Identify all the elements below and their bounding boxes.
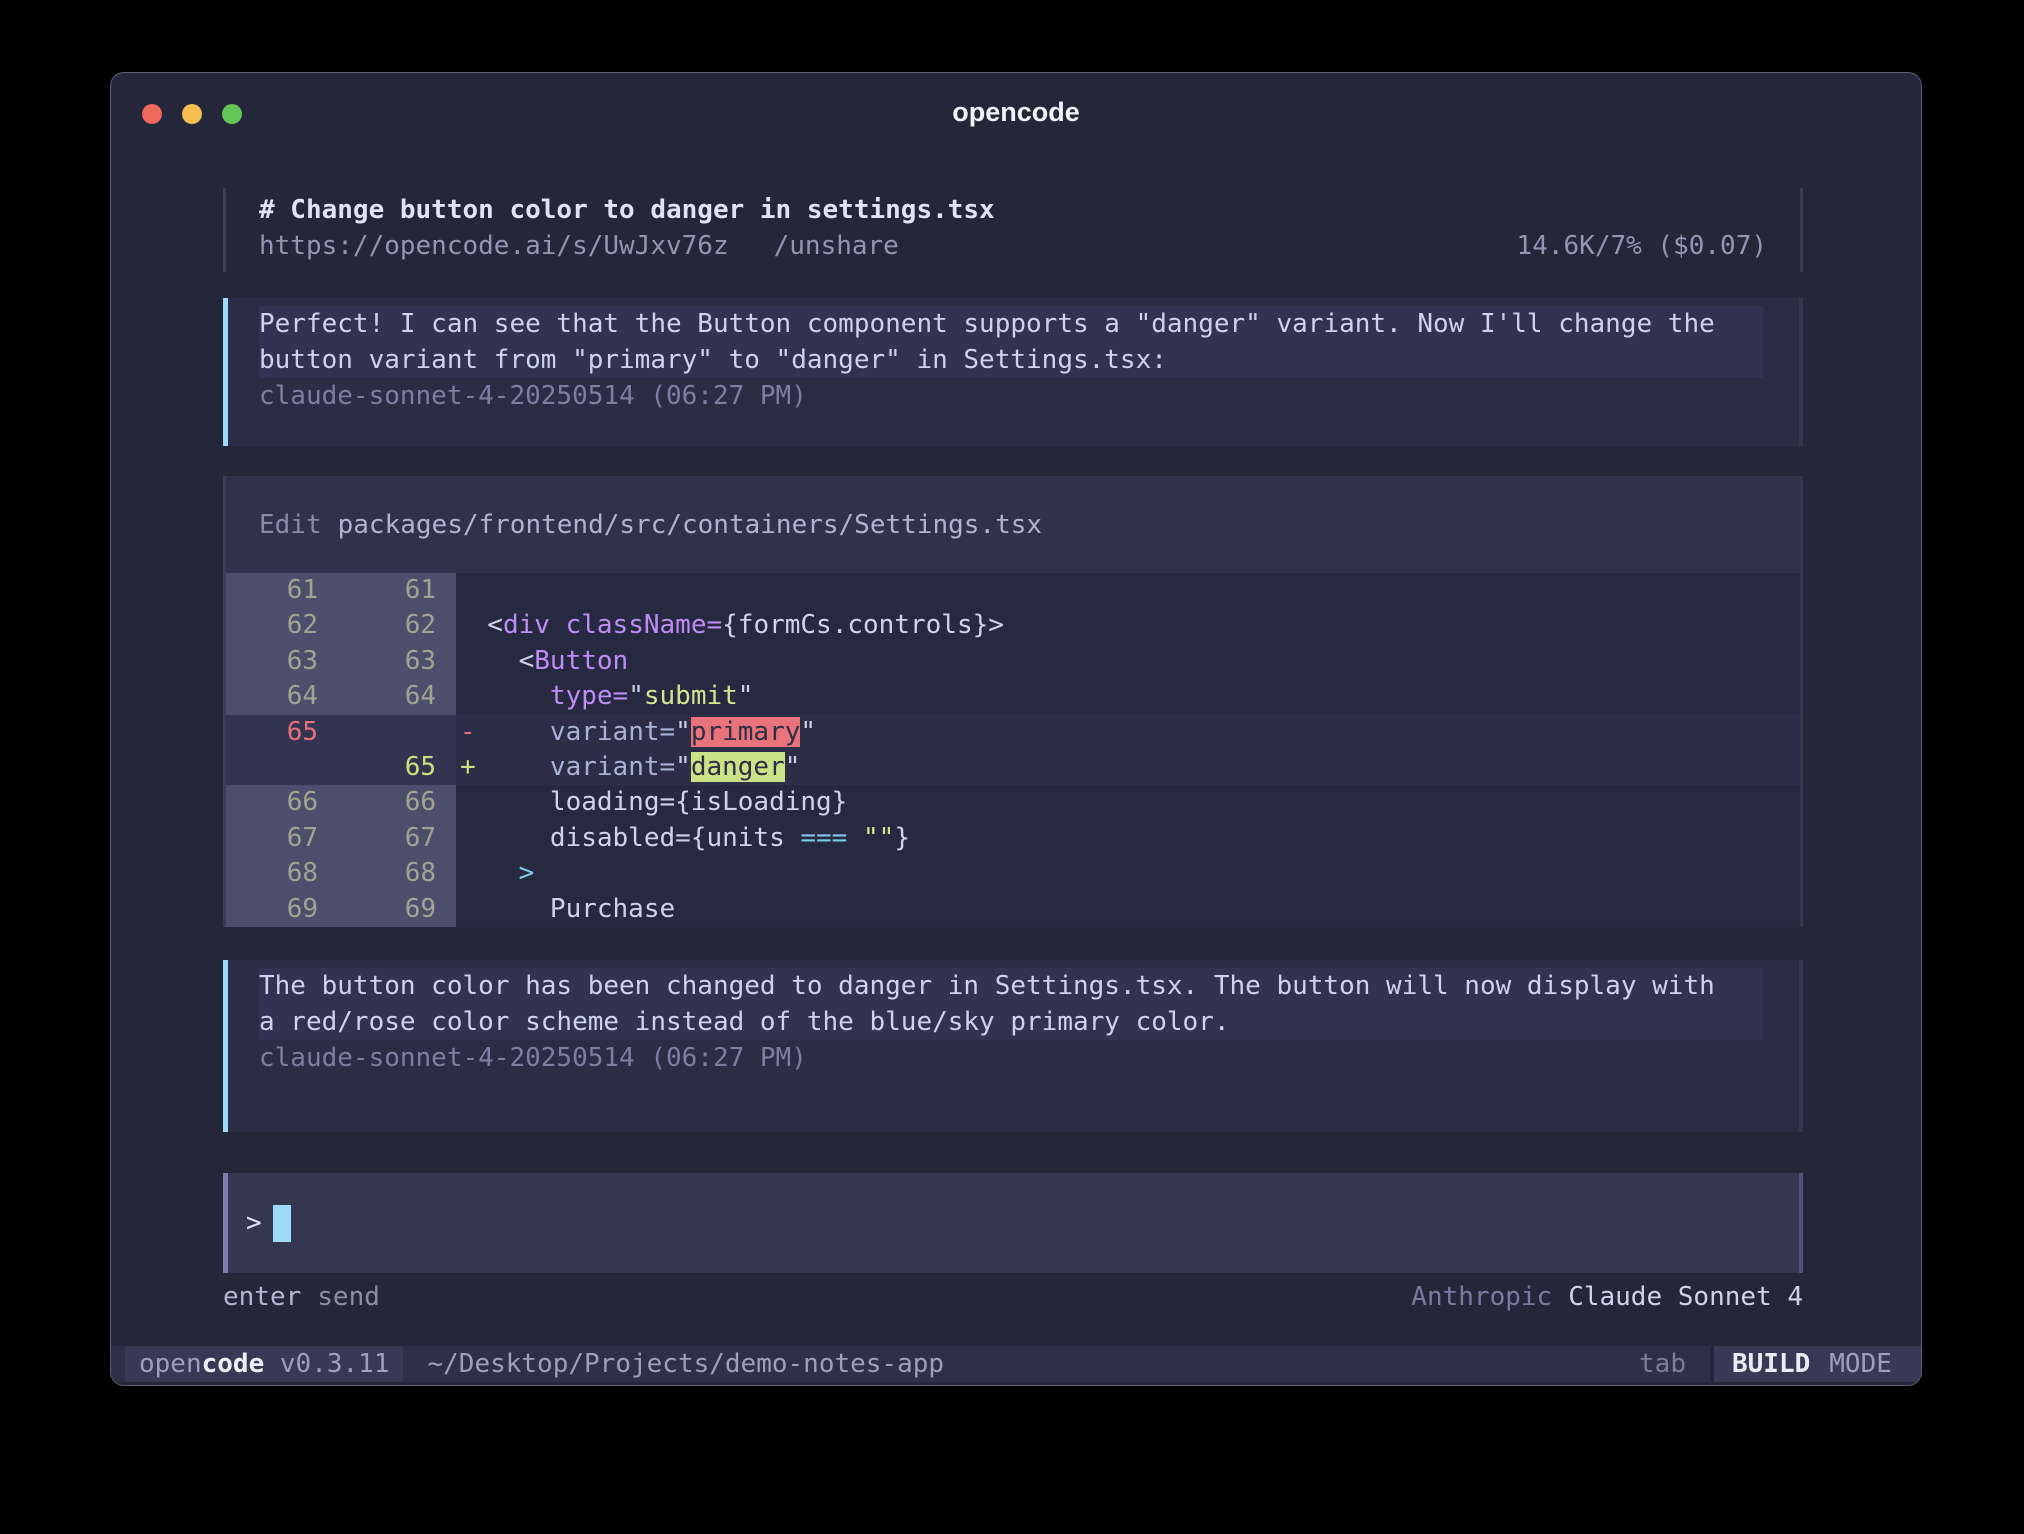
diff-code-line: disabled={units === ""}: [456, 821, 1800, 856]
unshare-command[interactable]: /unshare: [774, 228, 899, 264]
mode-toggle-chip[interactable]: BUILD MODE: [1714, 1346, 1921, 1382]
status-bar: opencode v0.3.11 ~/Desktop/Projects/demo…: [111, 1346, 1921, 1382]
enter-key-hint: enter: [223, 1279, 301, 1315]
model-label: Claude Sonnet 4: [1568, 1279, 1803, 1315]
line-number-new: 66: [318, 785, 456, 820]
model-timestamp: claude-sonnet-4-20250514 (06:27 PM): [259, 1040, 1763, 1076]
edit-tool-card: Edit packages/frontend/src/containers/Se…: [223, 476, 1803, 927]
diff-view: 61616262 <div className={formCs.controls…: [226, 573, 1800, 927]
line-number-old: 69: [226, 892, 318, 927]
diff-code-line: + variant="danger": [456, 750, 1800, 785]
diff-row: 6262 <div className={formCs.controls}>: [226, 608, 1800, 643]
line-number-old: 67: [226, 821, 318, 856]
line-number-old: 66: [226, 785, 318, 820]
diff-row: 6363 <Button: [226, 644, 1800, 679]
removed-line-marker: -: [460, 715, 476, 750]
diff-row: 6161: [226, 573, 1800, 608]
line-number-old: 65: [226, 715, 318, 750]
line-number-new: 64: [318, 679, 456, 714]
window-title: opencode: [111, 97, 1921, 128]
diff-code-line: type="submit": [456, 679, 1800, 714]
line-number-new: 67: [318, 821, 456, 856]
assistant-message-text: Perfect! I can see that the Button compo…: [259, 306, 1763, 378]
opencode-window: opencode # Change button color to danger…: [110, 72, 1922, 1386]
line-number-new: 62: [318, 608, 456, 643]
diff-code-line: <div className={formCs.controls}>: [456, 608, 1800, 643]
line-number-new: 68: [318, 856, 456, 891]
line-number-new: 63: [318, 644, 456, 679]
session-title: # Change button color to danger in setti…: [259, 192, 1767, 228]
working-directory: ~/Desktop/Projects/demo-notes-app: [427, 1349, 944, 1379]
provider-label: Anthropic: [1411, 1279, 1552, 1315]
line-number-old: 63: [226, 644, 318, 679]
session-header: # Change button color to danger in setti…: [223, 188, 1803, 272]
assistant-message: Perfect! I can see that the Button compo…: [223, 298, 1803, 446]
diff-row: 6464 type="submit": [226, 679, 1800, 714]
app-name-prefix: open: [139, 1349, 202, 1379]
context-stats: 14.6K/7% ($0.07): [1517, 228, 1767, 264]
diff-row: 65 - variant="primary": [226, 715, 1800, 750]
send-hint: send: [317, 1279, 380, 1315]
line-number-new: 61: [318, 573, 456, 608]
line-number-old: 61: [226, 573, 318, 608]
diff-code-line: >: [456, 856, 1800, 891]
edit-tool-label: Edit: [259, 510, 322, 540]
mode-word: MODE: [1829, 1349, 1892, 1379]
mode-name: BUILD: [1732, 1349, 1810, 1379]
app-version-chip: opencode v0.3.11: [125, 1346, 403, 1382]
prompt-symbol: >: [246, 1208, 262, 1238]
app-name-suffix: code: [202, 1349, 265, 1379]
diff-code-line: <Button: [456, 644, 1800, 679]
line-number-new: 69: [318, 892, 456, 927]
assistant-message-text: The button color has been changed to dan…: [259, 968, 1763, 1040]
app-version: v0.3.11: [264, 1349, 389, 1379]
diff-row: 6666 loading={isLoading}: [226, 785, 1800, 820]
hint-row: enter send Anthropic Claude Sonnet 4: [223, 1279, 1803, 1315]
share-url-link[interactable]: https://opencode.ai/s/UwJxv76z: [259, 228, 729, 264]
edit-tool-header: Edit packages/frontend/src/containers/Se…: [226, 476, 1800, 573]
diff-row: 6868 >: [226, 856, 1800, 891]
model-timestamp: claude-sonnet-4-20250514 (06:27 PM): [259, 378, 1763, 414]
line-number-new: 65: [318, 750, 456, 785]
assistant-message: The button color has been changed to dan…: [223, 960, 1803, 1132]
diff-code-line: loading={isLoading}: [456, 785, 1800, 820]
diff-row: 65+ variant="danger": [226, 750, 1800, 785]
window-titlebar: opencode: [111, 73, 1921, 149]
tab-key-hint: tab: [1639, 1349, 1686, 1379]
edit-file-path: packages/frontend/src/containers/Setting…: [338, 510, 1042, 540]
line-number-old: [226, 750, 318, 785]
line-number-new: [318, 715, 456, 750]
added-line-marker: +: [460, 750, 476, 785]
diff-row: 6767 disabled={units === ""}: [226, 821, 1800, 856]
diff-row: 6969 Purchase: [226, 892, 1800, 927]
chat-input[interactable]: >: [223, 1173, 1803, 1273]
diff-code-line: [456, 573, 1800, 608]
diff-code-line: Purchase: [456, 892, 1800, 927]
diff-code-line: - variant="primary": [456, 715, 1800, 750]
line-number-old: 64: [226, 679, 318, 714]
line-number-old: 68: [226, 856, 318, 891]
text-cursor: [273, 1205, 291, 1242]
line-number-old: 62: [226, 608, 318, 643]
